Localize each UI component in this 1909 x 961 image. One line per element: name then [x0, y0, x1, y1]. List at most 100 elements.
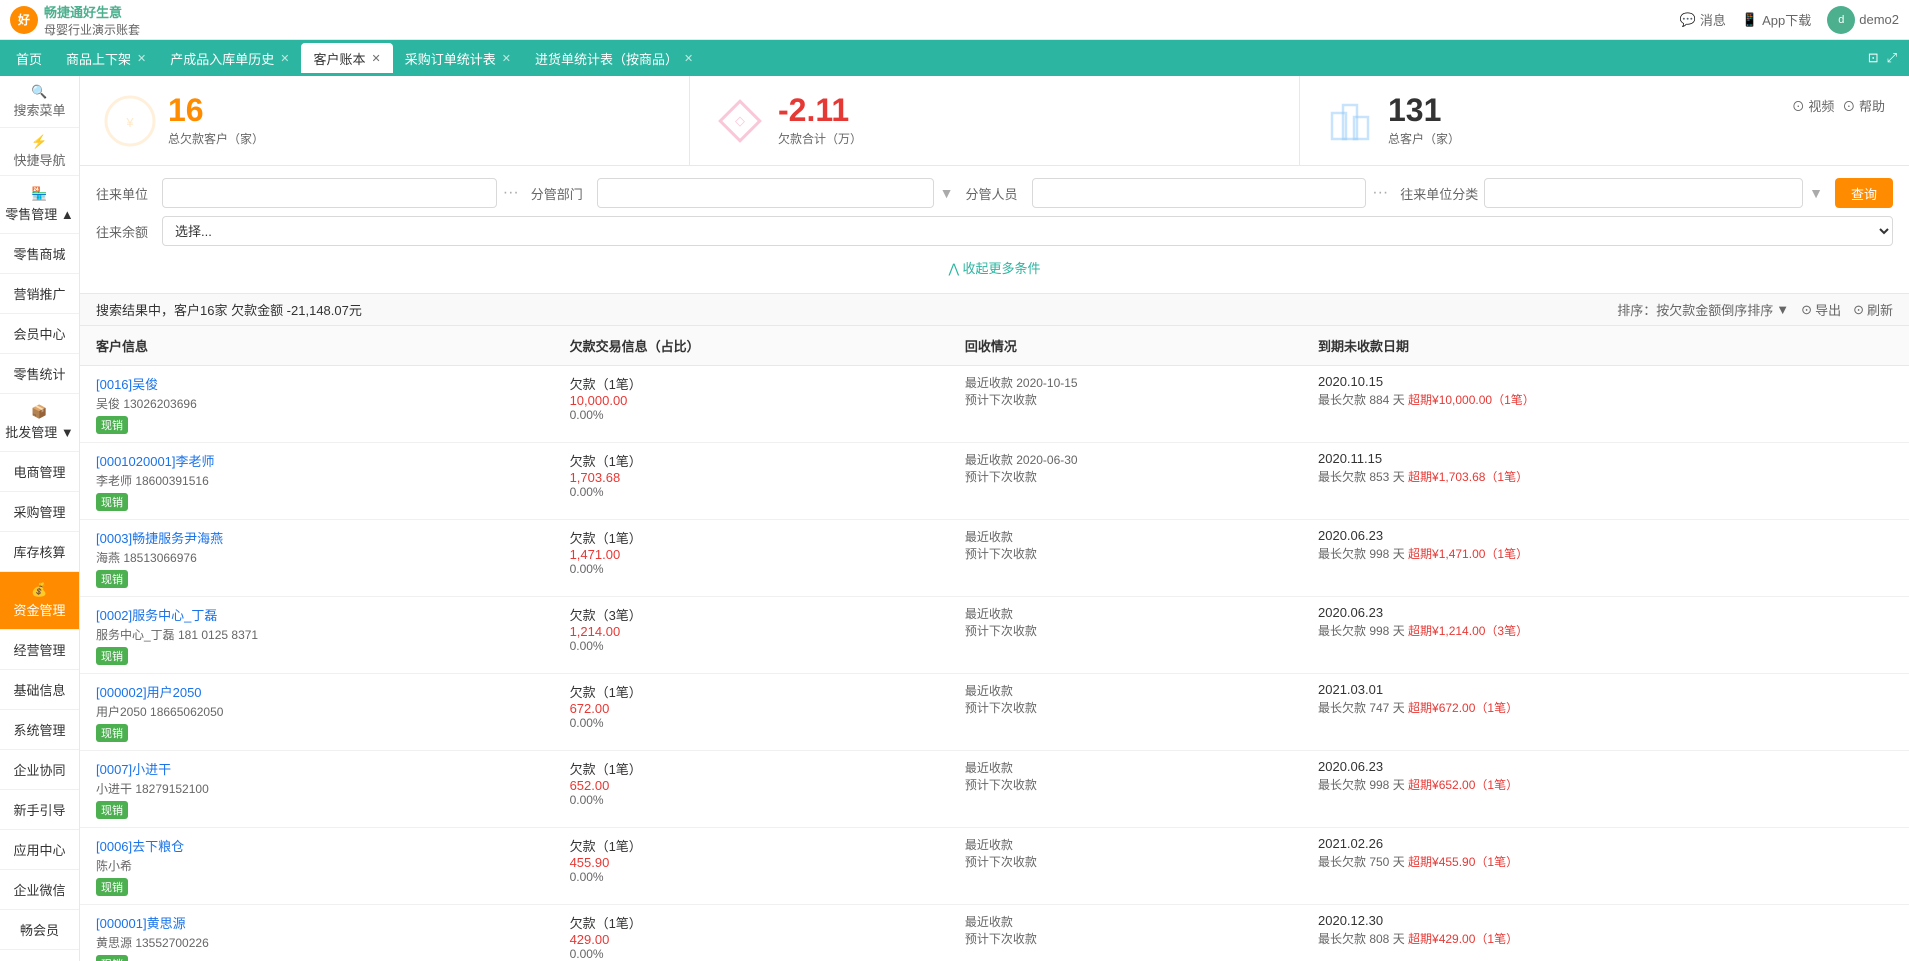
tab-customer-account[interactable]: 客户账本 ✕ [301, 43, 392, 73]
sidebar-item-search[interactable]: 🔍 搜索菜单 [0, 76, 79, 128]
filter-balance-label: 往来余额 [96, 222, 156, 241]
retail-mgmt-label: 零售管理 ▲ [5, 204, 73, 223]
export-button[interactable]: ⊙ 导出 [1801, 300, 1841, 319]
overdue-link-3[interactable]: 超期¥1,214.00（3笔） [1408, 624, 1528, 638]
debt-amount-4[interactable]: 672.00 [570, 701, 933, 716]
collapse-button[interactable]: ⋀ 收起更多条件 [96, 254, 1893, 281]
cell-debt-4: 欠款（1笔） 672.00 0.00% [554, 674, 949, 751]
message-button[interactable]: 💬 消息 [1680, 10, 1726, 29]
user-menu[interactable]: d demo2 [1827, 6, 1899, 34]
sidebar-item-member[interactable]: 会员中心 [0, 314, 79, 354]
result-info: 搜索结果中，客户16家 欠款金额 -21,148.07元 [96, 300, 362, 319]
help-button[interactable]: ⊙ 帮助 [1842, 96, 1885, 115]
filter-customer: 往来单位 ··· [96, 178, 519, 208]
retail-mall-label: 零售商城 [13, 244, 65, 263]
tab-production-history[interactable]: 产成品入库单历史 ✕ [158, 43, 301, 73]
tab-product-listing[interactable]: 商品上下架 ✕ [54, 43, 158, 73]
filter-customer-more[interactable]: ··· [503, 184, 519, 202]
sidebar-item-retail-mgmt[interactable]: 🏪 零售管理 ▲ [0, 176, 79, 234]
debt-amount-6[interactable]: 455.90 [570, 855, 933, 870]
debt-count-2: 欠款（1笔） [570, 528, 933, 547]
customer-tag-1: 现销 [96, 493, 128, 511]
due-date-2: 2020.06.23 [1318, 528, 1893, 543]
debt-amount-1[interactable]: 1,703.68 [570, 470, 933, 485]
search-button[interactable]: 查询 [1835, 178, 1893, 208]
cell-collection-5: 最近收款 预计下次收款 [949, 751, 1302, 828]
debt-amount-0[interactable]: 10,000.00 [570, 393, 933, 408]
sidebar-item-vip[interactable]: 畅会员 [0, 910, 79, 950]
filter-balance-select[interactable]: 选择... [162, 216, 1893, 246]
filter-dept-dropdown[interactable]: ▼ [940, 185, 954, 201]
close-tab-inbound-stats[interactable]: ✕ [684, 52, 693, 65]
sidebar-item-quicknav[interactable]: ⚡ 快捷导航 [0, 128, 79, 176]
sidebar-item-purchase[interactable]: 采购管理 [0, 492, 79, 532]
filter-person-input[interactable] [1032, 178, 1367, 208]
overdue-link-2[interactable]: 超期¥1,471.00（1笔） [1408, 547, 1528, 561]
tab-home[interactable]: 首页 [4, 43, 54, 73]
customer-name-5[interactable]: [0007]小进干 [96, 759, 538, 778]
sidebar-item-weixin[interactable]: 企业微信 [0, 870, 79, 910]
sidebar-item-ecommerce[interactable]: 电商管理 [0, 452, 79, 492]
close-tab-production-history[interactable]: ✕ [280, 52, 289, 65]
table-row: [0002]服务中心_丁磊 服务中心_丁磊 181 0125 8371 现销 欠… [80, 597, 1909, 674]
table-row: [000002]用户2050 用户2050 18665062050 现销 欠款（… [80, 674, 1909, 751]
customer-name-1[interactable]: [0001020001]李老师 [96, 451, 538, 470]
debt-amount-5[interactable]: 652.00 [570, 778, 933, 793]
tab-inbound-stats[interactable]: 进货单统计表（按商品） ✕ [523, 43, 705, 73]
sidebar-item-collab[interactable]: 企业协同 [0, 750, 79, 790]
top-bar: 好 畅捷通好生意 母婴行业演示账套 💬 消息 📱 App下载 d demo2 [0, 0, 1909, 40]
filter-category-dropdown[interactable]: ▼ [1809, 185, 1823, 201]
customer-name-7[interactable]: [000001]黄思源 [96, 913, 538, 932]
collapse-label: 收起更多条件 [963, 261, 1041, 276]
filter-customer-input[interactable] [162, 178, 497, 208]
customer-name-6[interactable]: [0006]去下粮仓 [96, 836, 538, 855]
sort-button[interactable]: 排序：按欠款金额倒序排序 ▼ [1617, 300, 1789, 319]
app-logo: 好 [10, 6, 38, 34]
expand-icon[interactable]: ⤢ [1887, 50, 1897, 66]
tab-product-listing-label: 商品上下架 [66, 49, 131, 68]
stat-total-label: 总客户（家） [1388, 130, 1780, 147]
restore-icon[interactable]: ⊡ [1868, 50, 1879, 66]
overdue-link-5[interactable]: 超期¥652.00（1笔） [1408, 778, 1518, 792]
customer-name-3[interactable]: [0002]服务中心_丁磊 [96, 605, 538, 624]
overdue-link-6[interactable]: 超期¥455.90（1笔） [1408, 855, 1518, 869]
filter-category-input[interactable] [1484, 178, 1803, 208]
app-download-button[interactable]: 📱 App下载 [1742, 10, 1811, 29]
sidebar-item-operations[interactable]: 经营管理 [0, 630, 79, 670]
sidebar-item-system[interactable]: 系统管理 [0, 710, 79, 750]
svg-text:¥: ¥ [125, 115, 134, 130]
overdue-days-4: 最长欠款 747 天 超期¥672.00（1笔） [1318, 699, 1893, 716]
overdue-link-7[interactable]: 超期¥429.00（1笔） [1408, 932, 1518, 946]
close-tab-product-listing[interactable]: ✕ [137, 52, 146, 65]
overdue-link-4[interactable]: 超期¥672.00（1笔） [1408, 701, 1518, 715]
cell-due-7: 2020.12.30 最长欠款 808 天 超期¥429.00（1笔） [1302, 905, 1909, 961]
customer-name-2[interactable]: [0003]畅捷服务尹海燕 [96, 528, 538, 547]
overdue-link-0[interactable]: 超期¥10,000.00（1笔） [1408, 393, 1535, 407]
sidebar-item-marketing[interactable]: 营销推广 [0, 274, 79, 314]
overdue-link-1[interactable]: 超期¥1,703.68（1笔） [1408, 470, 1528, 484]
close-tab-customer-account[interactable]: ✕ [372, 52, 381, 65]
sidebar-item-wholesale[interactable]: 📦 批发管理 ▼ [0, 394, 79, 452]
sidebar-item-retail-mall[interactable]: 零售商城 [0, 234, 79, 274]
filter-dept-input[interactable] [597, 178, 934, 208]
debt-amount-7[interactable]: 429.00 [570, 932, 933, 947]
due-date-5: 2020.06.23 [1318, 759, 1893, 774]
sidebar-item-finance[interactable]: 💰 资金管理 [0, 572, 79, 630]
sidebar-item-app-center[interactable]: 应用中心 [0, 830, 79, 870]
filter-person-more[interactable]: ··· [1372, 184, 1388, 202]
customer-name-0[interactable]: [0016]吴俊 [96, 374, 538, 393]
video-help-button[interactable]: ⊙ 视频 [1792, 96, 1835, 115]
cell-debt-6: 欠款（1笔） 455.90 0.00% [554, 828, 949, 905]
sidebar-item-inventory[interactable]: 库存核算 [0, 532, 79, 572]
debt-amount-2[interactable]: 1,471.00 [570, 547, 933, 562]
tab-purchase-stats[interactable]: 采购订单统计表 ✕ [393, 43, 523, 73]
close-tab-purchase-stats[interactable]: ✕ [502, 52, 511, 65]
sidebar-item-basic-info[interactable]: 基础信息 [0, 670, 79, 710]
sidebar-item-retail-stats[interactable]: 零售统计 [0, 354, 79, 394]
sidebar-item-guide[interactable]: 新手引导 [0, 790, 79, 830]
debt-amount-3[interactable]: 1,214.00 [570, 624, 933, 639]
tab-inbound-stats-label: 进货单统计表（按商品） [535, 49, 678, 68]
filter-balance: 往来余额 选择... [96, 216, 1893, 246]
refresh-button[interactable]: ⊙ 刷新 [1853, 300, 1893, 319]
customer-name-4[interactable]: [000002]用户2050 [96, 682, 538, 701]
